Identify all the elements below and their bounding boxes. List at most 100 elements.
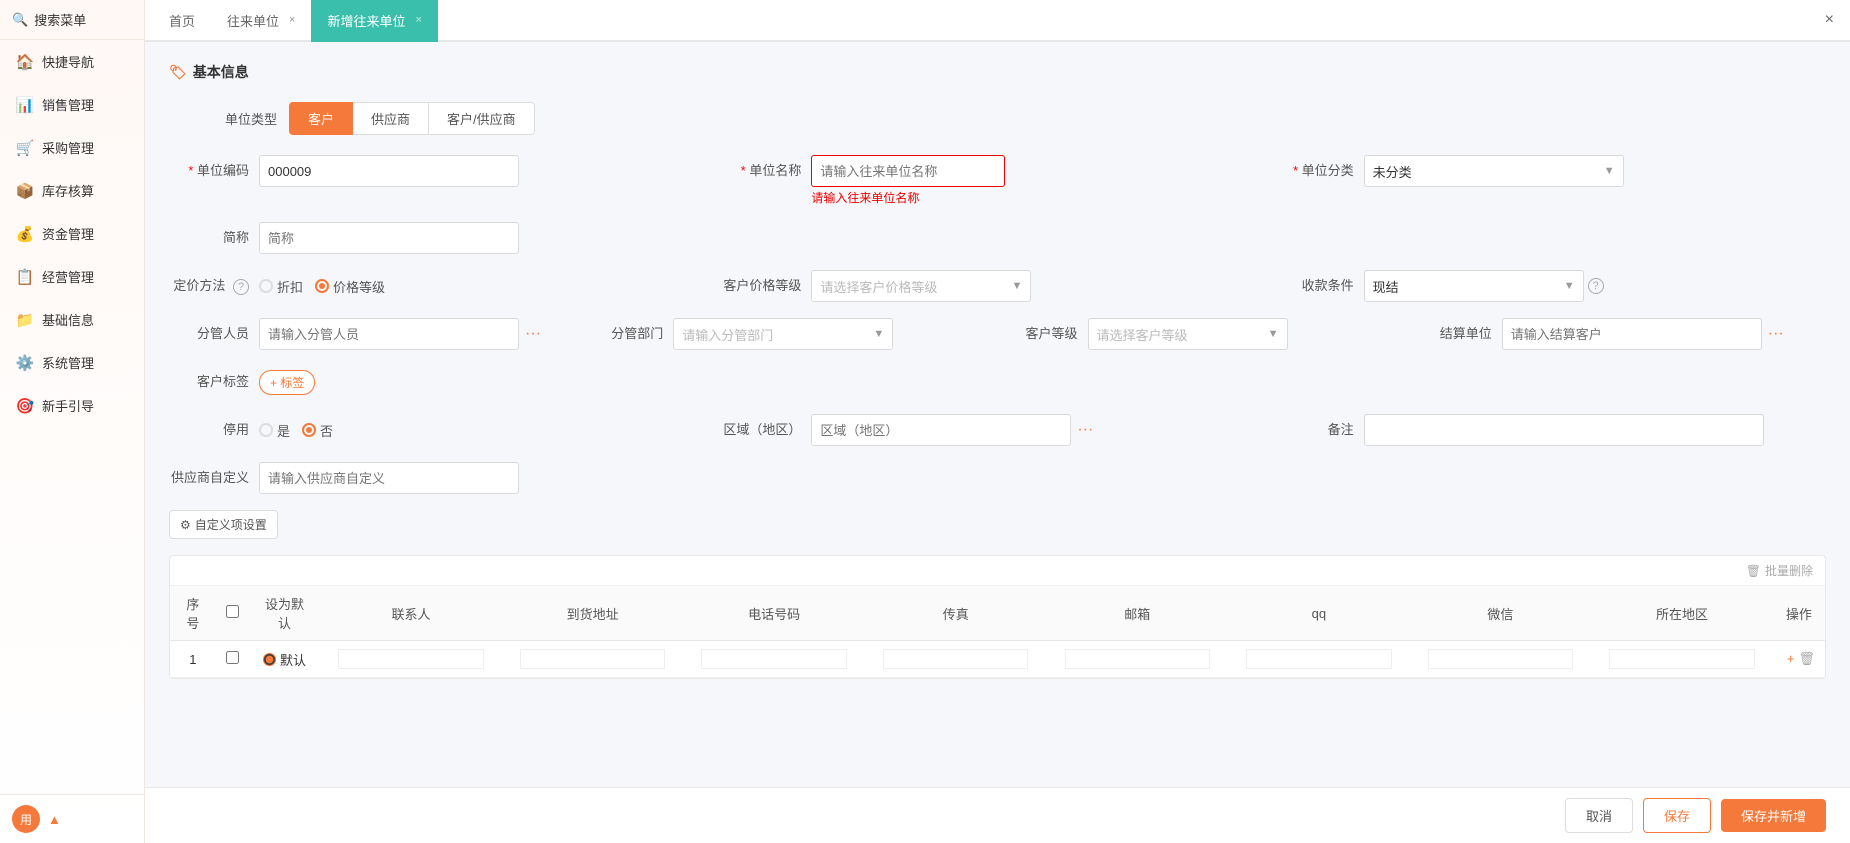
batch-delete-button[interactable]: 🗑 批量删除 [1746, 562, 1813, 579]
delete-icon: 🗑 [1746, 564, 1761, 578]
table-column-header: 联系人 [320, 586, 502, 641]
tab-label-home: 首页 [169, 11, 195, 30]
tab-close-partners[interactable]: × [289, 14, 295, 26]
inventory-icon: 📦 [16, 182, 34, 200]
pricing-help-icon[interactable]: ? [233, 279, 249, 295]
payment-help-icon[interactable]: ? [1588, 278, 1604, 294]
tab-partners[interactable]: 往来单位 × [211, 0, 311, 42]
customer-level-select[interactable]: 请选择客户等级 ▼ [1088, 318, 1288, 350]
row-default-radio[interactable] [263, 653, 276, 666]
manager-input[interactable] [259, 318, 519, 350]
settle-unit-more-btn[interactable]: ··· [1768, 318, 1784, 350]
region-input[interactable] [811, 414, 1071, 446]
form-area: 🏷 基本信息 单位类型 客户供应商客户/供应商 单位编码 单位名称 请输入往来单… [145, 42, 1850, 787]
row-微信-input[interactable] [1428, 649, 1573, 669]
row-电话号码-input[interactable] [701, 649, 846, 669]
disable-radio-group: 是 否 [259, 414, 333, 446]
row-到货地址-input[interactable] [520, 649, 665, 669]
row-default-radio-label[interactable]: 默认 [259, 650, 311, 669]
unit-code-label: 单位编码 [169, 155, 259, 187]
custom-setting-button[interactable]: ⚙ 自定义项设置 [169, 510, 278, 539]
disable-yes-radio[interactable]: 是 [259, 421, 290, 440]
avatar: 用 [12, 805, 40, 833]
manager-more-btn[interactable]: ··· [525, 318, 541, 350]
tab-new-partner[interactable]: 新增往来单位 × [311, 0, 437, 42]
row-联系人-input[interactable] [338, 649, 483, 669]
save-new-button[interactable]: 保存并新增 [1721, 799, 1826, 832]
unit-name-input[interactable] [811, 155, 1005, 187]
pricing-level-radio[interactable]: 价格等级 [315, 277, 385, 296]
sidebar-item-guide[interactable]: 🎯新手引导 [0, 384, 144, 427]
window-close-button[interactable]: × [1817, 7, 1842, 33]
sidebar-item-quick-nav[interactable]: 🏠快捷导航 [0, 40, 144, 83]
table-column-header: 设为默认 [249, 586, 321, 641]
discount-label: 折扣 [277, 277, 303, 296]
pricing-field: 定价方法 ? 折扣 价格等级 [169, 270, 721, 302]
sidebar-label-base: 基础信息 [42, 310, 94, 329]
sidebar-item-sales[interactable]: 📊销售管理 [0, 83, 144, 126]
sidebar-bottom: 用 ▲ [0, 794, 144, 843]
cancel-button[interactable]: 取消 [1565, 798, 1633, 833]
tab-label-new-partner: 新增往来单位 [327, 11, 405, 30]
row-所在地区-input[interactable] [1609, 649, 1754, 669]
yes-label: 是 [277, 421, 290, 440]
search-menu[interactable]: 🔍 搜索菜单 [0, 0, 144, 40]
row-传真-input[interactable] [883, 649, 1028, 669]
sidebar-label-system: 系统管理 [42, 353, 94, 372]
unit-type-btn-customer[interactable]: 客户 [289, 102, 353, 135]
disable-label: 停用 [169, 414, 259, 446]
sidebar-item-inventory[interactable]: 📦库存核算 [0, 169, 144, 212]
section-title: 🏷 基本信息 [169, 62, 1826, 82]
form-row-pricing: 定价方法 ? 折扣 价格等级 客户价格等级 请选择客户价 [169, 270, 1826, 302]
sidebar-item-purchase[interactable]: 🛒采购管理 [0, 126, 144, 169]
settle-unit-input[interactable] [1502, 318, 1762, 350]
level-label: 价格等级 [333, 277, 385, 296]
row-default-cell: 默认 [249, 641, 321, 678]
remark-label: 备注 [1274, 414, 1364, 446]
save-button[interactable]: 保存 [1643, 798, 1711, 833]
delete-row-btn[interactable]: 🗑 [1798, 651, 1815, 666]
unit-category-select[interactable]: 未分类 ▼ [1364, 155, 1624, 187]
add-tag-button[interactable]: + 标签 [259, 370, 315, 395]
tab-close-new-partner[interactable]: × [415, 14, 421, 26]
form-row-disable: 停用 是 否 区域（地区） ··· 备注 [169, 414, 1826, 446]
abbr-input[interactable] [259, 222, 519, 254]
sidebar-item-base[interactable]: 📁基础信息 [0, 298, 144, 341]
yes-radio-circle [259, 423, 273, 437]
table-column-header: 操作 [1773, 586, 1825, 641]
sidebar-item-operation[interactable]: 📋经营管理 [0, 255, 144, 298]
table-column-header: 序号 [170, 586, 216, 641]
pricing-discount-radio[interactable]: 折扣 [259, 277, 303, 296]
tab-home[interactable]: 首页 [153, 0, 211, 42]
form-row-supplier-custom: 供应商自定义 [169, 462, 1826, 494]
supplier-custom-input[interactable] [259, 462, 519, 494]
unit-type-row: 单位类型 客户供应商客户/供应商 [169, 102, 1826, 135]
section-icon: 🏷 [169, 64, 187, 81]
customer-price-select[interactable]: 请选择客户价格等级 ▼ [811, 270, 1031, 302]
disable-no-radio[interactable]: 否 [302, 421, 333, 440]
region-more-btn[interactable]: ··· [1077, 414, 1093, 446]
unit-type-btn-both[interactable]: 客户/供应商 [429, 102, 535, 135]
unit-type-btn-supplier[interactable]: 供应商 [353, 102, 429, 135]
remark-input[interactable] [1364, 414, 1764, 446]
level-radio-circle [315, 279, 329, 293]
chevron-down-icon: ▼ [1604, 165, 1615, 177]
row-checkbox[interactable] [226, 651, 239, 664]
tab-label-partners: 往来单位 [227, 11, 279, 30]
form-row-manager: 分管人员 ··· 分管部门 请输入分管部门 ▼ 客户等级 请选择客户等级 ▼ 结… [169, 318, 1826, 350]
row-default-label: 默认 [280, 650, 306, 669]
contact-table-section: 🗑 批量删除 序号设为默认联系人到货地址电话号码传真邮箱qq微信所在地区操作 1… [169, 555, 1826, 679]
row-邮箱-input[interactable] [1065, 649, 1210, 669]
row-qq-input[interactable] [1246, 649, 1391, 669]
unit-name-field: 单位名称 请输入往来单位名称 [721, 155, 1273, 206]
select-all-checkbox[interactable] [226, 605, 239, 618]
dept-select[interactable]: 请输入分管部门 ▼ [673, 318, 893, 350]
chevron-down-icon5: ▼ [1268, 328, 1279, 340]
add-row-btn[interactable]: + [1787, 651, 1795, 666]
unit-code-input[interactable] [259, 155, 519, 187]
sidebar-item-system[interactable]: ⚙️系统管理 [0, 341, 144, 384]
payment-terms-select[interactable]: 现结 ▼ [1364, 270, 1584, 302]
dept-value: 请输入分管部门 [682, 325, 773, 344]
sidebar-item-finance[interactable]: 💰资金管理 [0, 212, 144, 255]
sales-icon: 📊 [16, 96, 34, 114]
